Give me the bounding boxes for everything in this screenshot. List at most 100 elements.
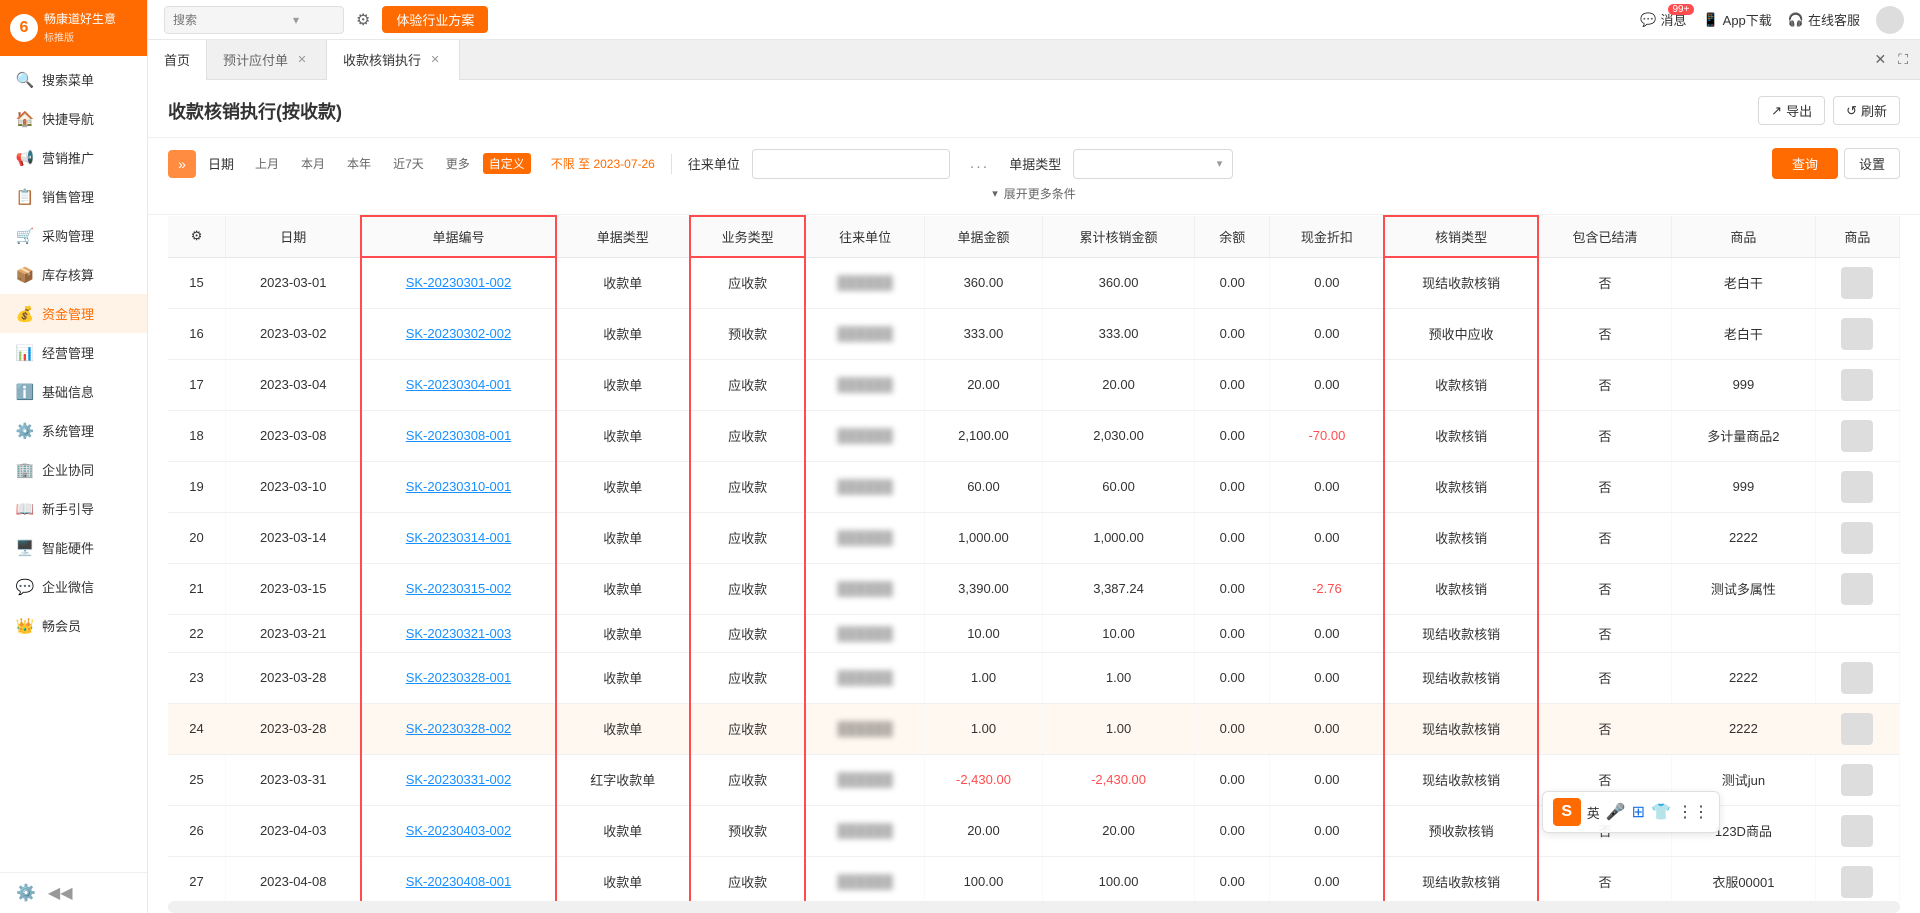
tab-payable-close-icon[interactable]: ✕ xyxy=(294,52,310,68)
sidebar-item-marketing-label: 营销推广 xyxy=(42,148,94,167)
horizontal-scrollbar[interactable] xyxy=(168,901,1900,913)
app-download-button[interactable]: 📱 App下载 xyxy=(1702,10,1771,29)
date-range-text: 不限 至 2023-07-26 xyxy=(551,155,655,172)
export-button[interactable]: ↗ 导出 xyxy=(1758,96,1825,125)
bill-no-link[interactable]: SK-20230314-001 xyxy=(406,530,512,545)
sidebar: 6 畅康道好生意 标推版 🔍 搜索菜单 🏠 快捷导航 📢 营销推广 📋 销售管理… xyxy=(0,0,148,913)
topbar-search-wrap[interactable]: ▾ xyxy=(164,6,344,34)
settings-bottom-icon[interactable]: ⚙️ xyxy=(16,883,36,903)
cell-partner: ██████ xyxy=(805,512,924,563)
sidebar-item-system[interactable]: ⚙️ 系统管理 xyxy=(0,411,147,450)
cell-product: 老白干 xyxy=(1672,308,1816,359)
cell-biz-type: 应收款 xyxy=(690,563,805,614)
collapse-icon[interactable]: ◀◀ xyxy=(48,883,73,903)
date-btn-more[interactable]: 更多 xyxy=(437,152,479,175)
sidebar-item-inventory[interactable]: 📦 库存核算 xyxy=(0,255,147,294)
bill-no-link[interactable]: SK-20230328-002 xyxy=(406,721,512,736)
sidebar-item-member[interactable]: 👑 畅会员 xyxy=(0,606,147,645)
sidebar-item-basics[interactable]: ℹ️ 基础信息 xyxy=(0,372,147,411)
tab-expand-icon[interactable]: ⛶ xyxy=(1894,47,1912,72)
filter-toggle-button[interactable]: » xyxy=(168,150,196,178)
tab-receipt-exec[interactable]: 收款核销执行 ✕ xyxy=(327,40,460,80)
filter-settings-button[interactable]: 设置 xyxy=(1844,148,1900,179)
date-custom-button[interactable]: 自定义 xyxy=(483,153,531,174)
cell-include: 否 xyxy=(1538,461,1672,512)
tab-home[interactable]: 首页 xyxy=(148,40,207,80)
bill-no-link[interactable]: SK-20230301-002 xyxy=(406,275,512,290)
cell-bill-type: 收款单 xyxy=(556,461,690,512)
cell-partner: ██████ xyxy=(805,563,924,614)
sidebar-item-finance[interactable]: 💰 资金管理 xyxy=(0,294,147,333)
cell-num: 16 xyxy=(168,308,226,359)
chart-icon: 📊 xyxy=(16,344,34,362)
date-btn-this-month[interactable]: 本月 xyxy=(292,152,334,175)
sidebar-item-quick-nav[interactable]: 🏠 快捷导航 xyxy=(0,99,147,138)
cell-product: 999 xyxy=(1672,461,1816,512)
tab-close-all-icon[interactable]: ✕ xyxy=(1870,47,1890,72)
date-btn-last-month[interactable]: 上月 xyxy=(246,152,288,175)
cell-bill-type: 收款单 xyxy=(556,257,690,308)
cell-include: 否 xyxy=(1538,359,1672,410)
cell-num: 26 xyxy=(168,805,226,856)
cell-product: 测试多属性 xyxy=(1672,563,1816,614)
th-settings[interactable]: ⚙ xyxy=(168,216,226,257)
cell-amount: 20.00 xyxy=(924,805,1042,856)
bill-no-link[interactable]: SK-20230304-001 xyxy=(406,377,512,392)
bill-no-link[interactable]: SK-20230328-001 xyxy=(406,670,512,685)
table-row: 21 2023-03-15 SK-20230315-002 收款单 应收款 ██… xyxy=(168,563,1900,614)
cell-product-img xyxy=(1815,257,1899,308)
bill-no-link[interactable]: SK-20230331-002 xyxy=(406,772,512,787)
th-type: 核销类型 xyxy=(1384,216,1538,257)
sidebar-item-hardware[interactable]: 🖥️ 智能硬件 xyxy=(0,528,147,567)
cell-num: 21 xyxy=(168,563,226,614)
cell-product xyxy=(1672,614,1816,652)
watermark-apps-icon: ⋮⋮ xyxy=(1677,802,1709,822)
bill-no-link[interactable]: SK-20230310-001 xyxy=(406,479,512,494)
bill-no-link[interactable]: SK-20230403-002 xyxy=(406,823,512,838)
bill-no-link[interactable]: SK-20230302-002 xyxy=(406,326,512,341)
date-btn-this-year[interactable]: 本年 xyxy=(338,152,380,175)
cell-product: 衣服00001 xyxy=(1672,856,1816,901)
sidebar-item-guide[interactable]: 📖 新手引导 xyxy=(0,489,147,528)
refresh-button[interactable]: ↺ 刷新 xyxy=(1833,96,1900,125)
partner-input[interactable] xyxy=(763,156,939,171)
watermark-grid-icon: ⊞ xyxy=(1632,802,1645,822)
cell-product-img xyxy=(1815,805,1899,856)
sidebar-item-purchase[interactable]: 🛒 采购管理 xyxy=(0,216,147,255)
expand-more-button[interactable]: ▾ 展开更多条件 xyxy=(168,179,1900,204)
online-service-button[interactable]: 🎧 在线客服 xyxy=(1788,10,1860,29)
cell-partner: ██████ xyxy=(805,308,924,359)
bill-type-select[interactable]: ▾ xyxy=(1073,149,1233,179)
tab-receipt-exec-close-icon[interactable]: ✕ xyxy=(427,52,443,68)
bill-no-link[interactable]: SK-20230308-001 xyxy=(406,428,512,443)
cell-balance: 0.00 xyxy=(1195,410,1270,461)
sidebar-item-wechat[interactable]: 💬 企业微信 xyxy=(0,567,147,606)
message-button[interactable]: 💬 消息 99+ xyxy=(1640,10,1686,29)
page-header: 收款核销执行(按收款) ↗ 导出 ↺ 刷新 xyxy=(148,80,1920,138)
sidebar-item-operations[interactable]: 📊 经营管理 xyxy=(0,333,147,372)
topbar-gear-icon[interactable]: ⚙ xyxy=(356,10,370,30)
sidebar-item-enterprise[interactable]: 🏢 企业协同 xyxy=(0,450,147,489)
solution-button[interactable]: 体验行业方案 xyxy=(382,6,488,33)
sidebar-item-search[interactable]: 🔍 搜索菜单 xyxy=(0,60,147,99)
partner-input-wrap[interactable] xyxy=(752,149,950,179)
user-avatar[interactable] xyxy=(1876,6,1904,34)
sidebar-item-system-label: 系统管理 xyxy=(42,421,94,440)
cell-written-off: 1.00 xyxy=(1042,652,1194,703)
date-btn-7days[interactable]: 近7天 xyxy=(384,152,433,175)
query-button[interactable]: 查询 xyxy=(1772,148,1838,179)
cell-product-img xyxy=(1815,512,1899,563)
bill-no-link[interactable]: SK-20230321-003 xyxy=(406,626,512,641)
tab-payable[interactable]: 预计应付单 ✕ xyxy=(207,40,327,80)
bill-type-filter-label: 单据类型 xyxy=(1009,154,1061,173)
filter-dots[interactable]: ... xyxy=(962,155,997,173)
bill-no-link[interactable]: SK-20230408-001 xyxy=(406,874,512,889)
bill-no-link[interactable]: SK-20230315-002 xyxy=(406,581,512,596)
topbar-search-input[interactable] xyxy=(173,13,293,27)
cell-type: 预收款核销 xyxy=(1384,805,1538,856)
cell-balance: 0.00 xyxy=(1195,359,1270,410)
sidebar-item-marketing[interactable]: 📢 营销推广 xyxy=(0,138,147,177)
cell-amount: 2,100.00 xyxy=(924,410,1042,461)
sidebar-item-sales[interactable]: 📋 销售管理 xyxy=(0,177,147,216)
cell-include: 否 xyxy=(1538,512,1672,563)
